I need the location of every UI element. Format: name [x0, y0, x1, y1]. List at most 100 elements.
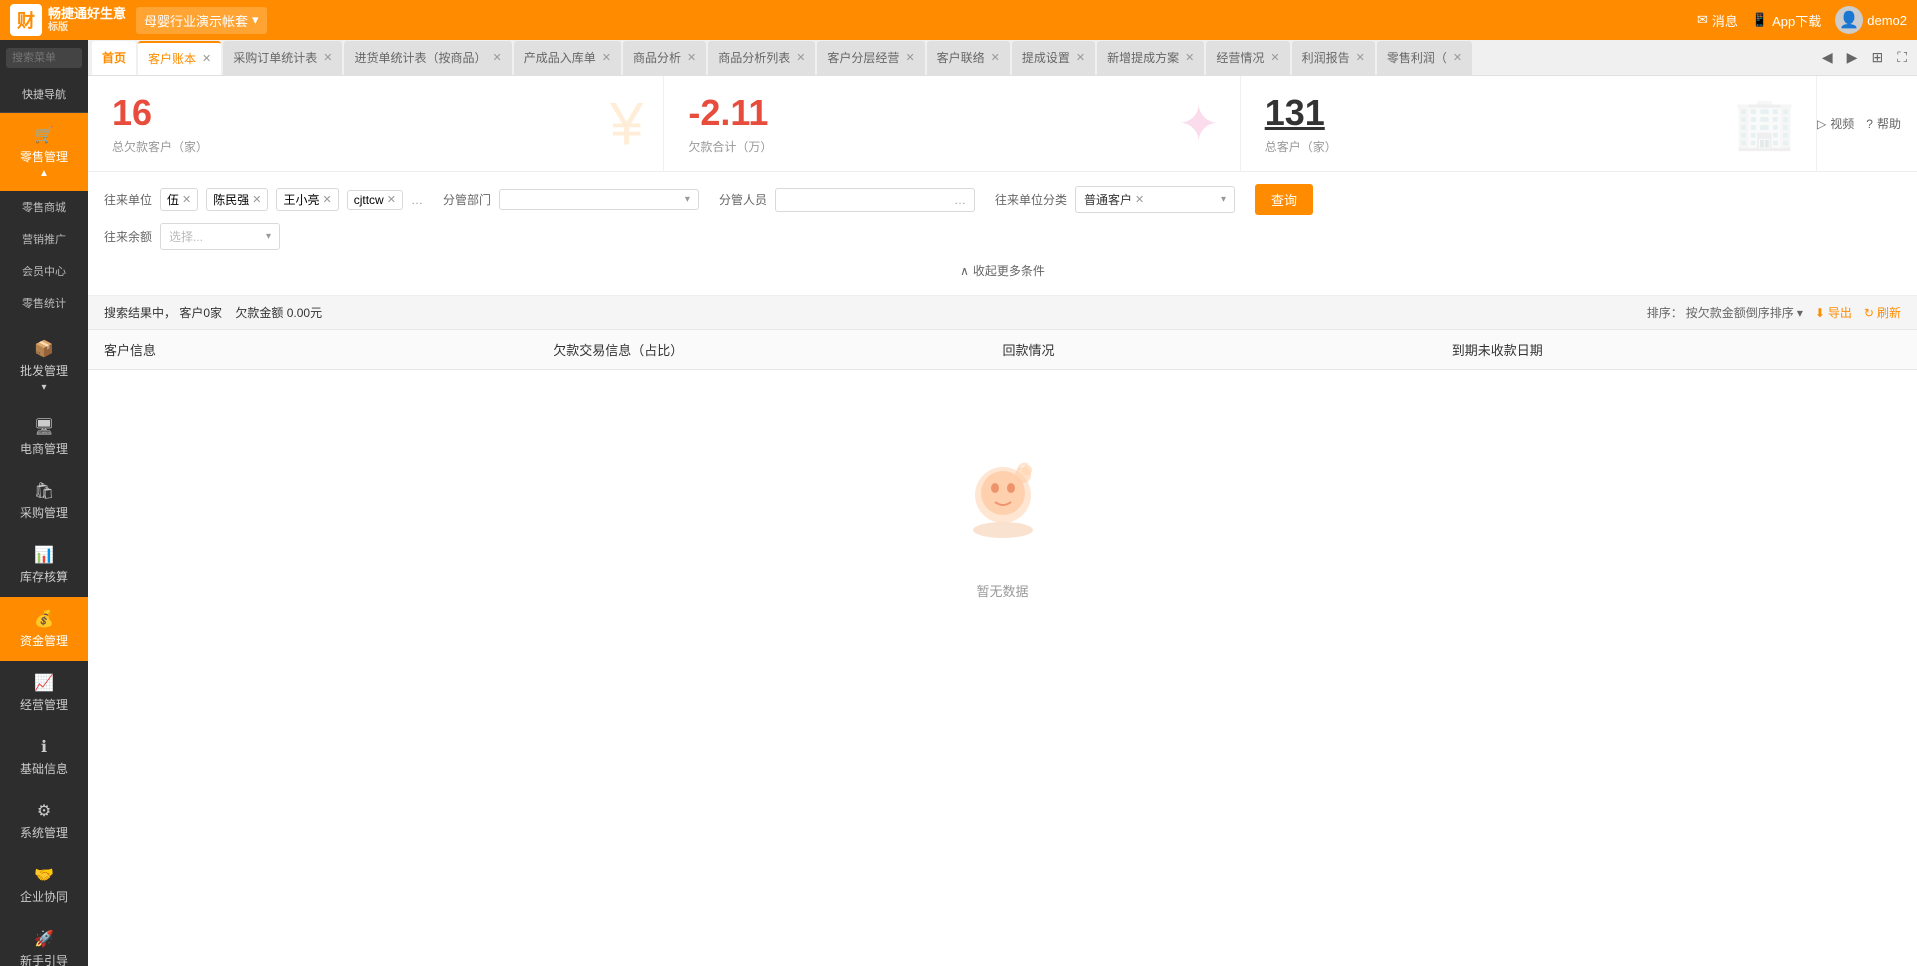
tab-close-purchase-stat[interactable]: ✕ — [493, 51, 502, 64]
sidebar-item-system[interactable]: ⚙ 系统管理 — [0, 789, 88, 853]
sidebar-item-wholesale[interactable]: 📦 批发管理 ▾ — [0, 327, 88, 405]
search-input[interactable] — [6, 48, 82, 68]
filter-dept-select[interactable]: ▾ — [499, 189, 699, 210]
col-header-repay: 回款情况 — [1003, 340, 1452, 359]
stat-label-total: 总客户（家） — [1265, 138, 1337, 155]
filter-unit-label: 往来单位 — [104, 191, 152, 208]
tab-customer-tier[interactable]: 客户分层经营 ✕ — [817, 41, 924, 75]
tab-close-new-improve[interactable]: ✕ — [1185, 51, 1194, 64]
top-bar-right: ✉ 消息 📱 App下载 👤 demo2 — [1697, 6, 1907, 34]
filter-balance-label: 往来余额 — [104, 228, 152, 245]
tab-purchase-stat[interactable]: 进货单统计表（按商品） ✕ — [344, 41, 511, 75]
tab-prev-btn[interactable]: ◀ — [1816, 49, 1839, 66]
sidebar-item-quick-nav[interactable]: 快捷导航 — [0, 76, 88, 113]
video-btn[interactable]: ▷ 视频 — [1817, 115, 1854, 132]
tab-home[interactable]: 首页 — [92, 41, 136, 75]
empty-text: 暂无数据 — [976, 581, 1028, 600]
filter-person-select[interactable]: … — [775, 188, 975, 212]
tab-close-customer-capital[interactable]: ✕ — [202, 52, 211, 65]
tab-cost-in[interactable]: 产成品入库单 ✕ — [514, 41, 621, 75]
query-button[interactable]: 查询 — [1255, 184, 1313, 215]
sidebar-item-inventory[interactable]: 📊 库存核算 — [0, 533, 88, 597]
tab-fullscreen-btn[interactable]: ⛶ — [1891, 49, 1913, 66]
retail-mgmt-icon: 🛒 — [34, 125, 54, 145]
sidebar-search-area — [0, 40, 88, 76]
app-download-btn[interactable]: 📱 App下载 — [1752, 11, 1821, 30]
tab-product-analysis-list[interactable]: 商品分析列表 ✕ — [708, 41, 815, 75]
tab-bar: 首页 客户账本 ✕ 采购订单统计表 ✕ 进货单统计表（按商品） ✕ 产成品入库单… — [88, 40, 1917, 76]
filter-tag-wang-close[interactable]: ✕ — [323, 193, 332, 206]
tab-retail-profit[interactable]: 零售利润（ ✕ — [1377, 41, 1472, 75]
sidebar-item-basic-info[interactable]: ℹ 基础信息 — [0, 725, 88, 789]
filter-balance-select[interactable]: 选择... ▾ — [160, 223, 280, 250]
account-selector[interactable]: 母婴行业演示帐套 ▾ — [136, 7, 267, 34]
sidebar-item-purchase[interactable]: 🛍 采购管理 — [0, 469, 88, 533]
tab-expand-btn[interactable]: ⊞ — [1865, 49, 1889, 66]
filter-tag-chen-close[interactable]: ✕ — [252, 193, 261, 206]
tab-close-profit-report[interactable]: ✕ — [1356, 51, 1365, 64]
stat-icon-building: 🏢 — [1734, 94, 1796, 153]
sidebar-subitem-member[interactable]: 会员中心 — [0, 255, 88, 287]
filter-more-dots[interactable]: … — [411, 193, 423, 207]
empty-state: 暂无数据 — [88, 370, 1917, 680]
filter-unitclass-tag: 普通客户 ✕ — [1084, 191, 1144, 208]
user-avatar[interactable]: 👤 demo2 — [1835, 6, 1907, 34]
export-btn[interactable]: ⬇ 导出 — [1815, 304, 1852, 321]
tab-close-retail-profit[interactable]: ✕ — [1453, 51, 1462, 64]
refresh-icon: ↻ — [1864, 306, 1874, 320]
filter-tag-cjttcw: cjttcw ✕ — [347, 190, 403, 210]
sidebar: 快捷导航 🛒 零售管理 ▲ 零售商城 营销推广 会员中心 零售统计 📦 — [0, 40, 88, 966]
tab-product-analysis[interactable]: 商品分析 ✕ — [623, 41, 706, 75]
sidebar-subitem-retail-mall[interactable]: 零售商城 — [0, 191, 88, 223]
tab-new-improve[interactable]: 新增提成方案 ✕ — [1097, 41, 1204, 75]
col-header-customer: 客户信息 — [104, 340, 553, 359]
person-select-dots[interactable]: … — [954, 193, 966, 207]
sidebar-item-enterprise[interactable]: 🤝 企业协同 — [0, 853, 88, 917]
stat-card-total-customers: 🏢 131 总客户（家） — [1241, 76, 1817, 171]
tab-close-improve-setting[interactable]: ✕ — [1076, 51, 1085, 64]
sidebar-subitem-marketing[interactable]: 营销推广 — [0, 223, 88, 255]
col-header-debt: 欠款交易信息（占比） — [553, 340, 1002, 359]
unitclass-select-arrow: ▾ — [1221, 194, 1226, 205]
help-btn[interactable]: ? 帮助 — [1866, 115, 1901, 132]
tab-improve-setting[interactable]: 提成设置 ✕ — [1012, 41, 1095, 75]
tab-close-business-status[interactable]: ✕ — [1270, 51, 1279, 64]
sort-arrow-icon: ▾ — [1797, 306, 1803, 320]
filter-tag-wu-close[interactable]: ✕ — [182, 193, 191, 206]
sidebar-item-new-guide[interactable]: 🚀 新手引导 — [0, 917, 88, 966]
sidebar-item-capital[interactable]: 💰 资金管理 — [0, 597, 88, 661]
logo-text: 畅捷通好生意 — [48, 6, 126, 22]
filter-unitclass-select[interactable]: 普通客户 ✕ ▾ — [1075, 186, 1235, 213]
tab-business-status[interactable]: 经营情况 ✕ — [1206, 41, 1289, 75]
tab-close-customer-connect[interactable]: ✕ — [991, 51, 1000, 64]
business-icon: 📈 — [34, 673, 54, 693]
inventory-icon: 📊 — [34, 545, 54, 565]
tab-close-cost-in[interactable]: ✕ — [602, 51, 611, 64]
filter-tag-wang: 王小亮 ✕ — [276, 188, 338, 211]
collapse-button[interactable]: ∧ 收起更多条件 — [952, 258, 1053, 283]
tab-close-product-analysis[interactable]: ✕ — [687, 51, 696, 64]
tab-close-purchase-order[interactable]: ✕ — [323, 51, 332, 64]
refresh-btn[interactable]: ↻ 刷新 — [1864, 304, 1901, 321]
export-icon: ⬇ — [1815, 306, 1825, 320]
tab-close-customer-tier[interactable]: ✕ — [905, 51, 914, 64]
filter-tag-cjttcw-close[interactable]: ✕ — [387, 193, 396, 206]
sidebar-subitem-retail-stat[interactable]: 零售统计 — [0, 287, 88, 319]
collapse-area: ∧ 收起更多条件 — [104, 258, 1901, 283]
sidebar-item-ecommerce[interactable]: 🖥 电商管理 — [0, 405, 88, 469]
unitclass-tag-close[interactable]: ✕ — [1135, 193, 1144, 206]
stat-label-debt: 欠款合计（万） — [688, 138, 772, 155]
tab-close-product-analysis-list[interactable]: ✕ — [796, 51, 805, 64]
tab-customer-capital[interactable]: 客户账本 ✕ — [138, 41, 221, 75]
sidebar-item-business[interactable]: 📈 经营管理 — [0, 661, 88, 725]
tab-purchase-order[interactable]: 采购订单统计表 ✕ — [223, 41, 342, 75]
stat-num-debt: -2.11 — [688, 92, 768, 134]
tab-customer-connect[interactable]: 客户联络 ✕ — [927, 41, 1010, 75]
tab-next-btn[interactable]: ▶ — [1841, 49, 1864, 66]
purchase-icon: 🛍 — [34, 481, 54, 501]
message-btn[interactable]: ✉ 消息 — [1697, 11, 1738, 30]
filter-row-2: 往来余额 选择... ▾ — [104, 223, 1901, 250]
sort-select[interactable]: 排序： 按欠款金额倒序排序 ▾ — [1647, 304, 1803, 321]
tab-profit-report[interactable]: 利润报告 ✕ — [1292, 41, 1375, 75]
sidebar-item-retail-mgmt[interactable]: 🛒 零售管理 ▲ — [0, 113, 88, 191]
